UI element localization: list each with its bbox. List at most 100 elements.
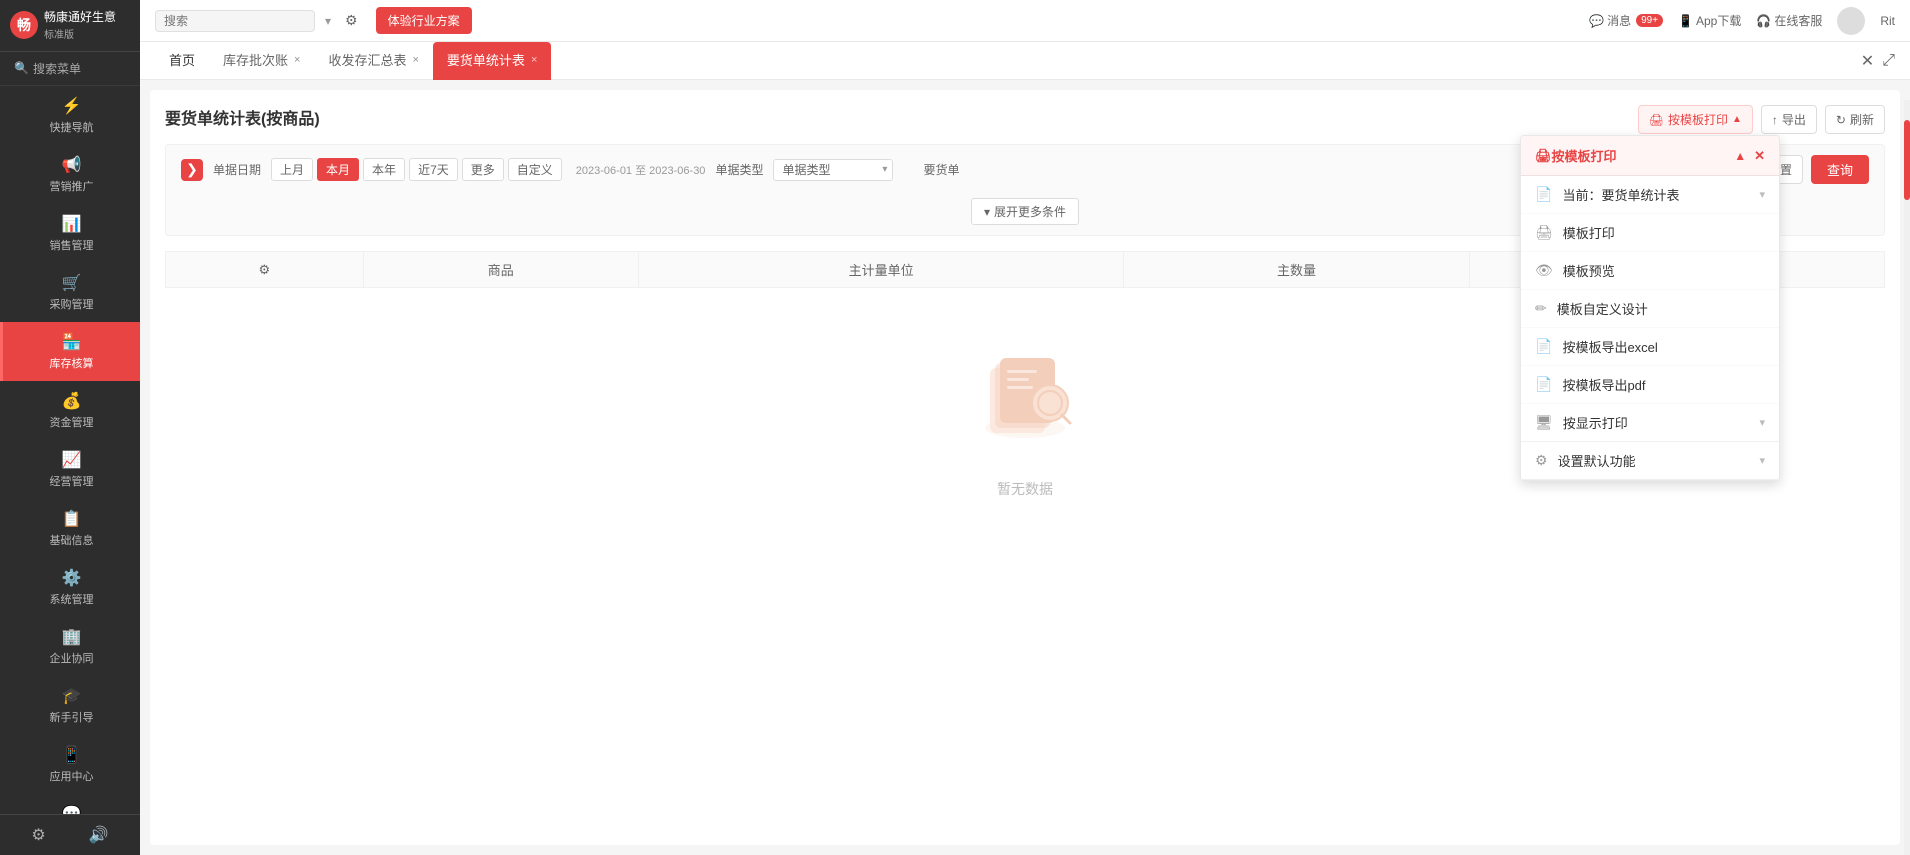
dropdown-section-set-default[interactable]: ⚙ 设置默认功能 ▾	[1521, 442, 1779, 480]
refresh-icon: ↻	[1836, 113, 1846, 127]
set-default-icon: ⚙	[1535, 452, 1548, 469]
system-icon: ⚙️	[62, 568, 82, 588]
dropdown-close-icon[interactable]: ✕	[1754, 148, 1765, 164]
dropdown-item-template-preview[interactable]: 👁 模板预览	[1521, 252, 1779, 290]
expand-conditions-btn[interactable]: ▾ 展开更多条件	[971, 198, 1079, 225]
dropdown-section-display-print[interactable]: 🖥 按显示打印 ▾	[1521, 404, 1779, 442]
dropdown-item-export-excel[interactable]: 📄 按模板导出excel	[1521, 328, 1779, 366]
date-options: 上月 本月 本年 近7天 更多 自定义	[271, 158, 562, 181]
quick-nav-icon: ⚡	[62, 96, 82, 116]
refresh-btn[interactable]: ↻ 刷新	[1825, 105, 1885, 134]
settings-footer-icon[interactable]: ⚙	[31, 825, 45, 845]
top-bar: ▾ ⚙ 体验行业方案 💬 消息 99+ 📱 App下载 🎧 在线客服 Rit	[140, 0, 1910, 42]
tab-close-requisition-stats[interactable]: ×	[531, 54, 537, 66]
export-btn[interactable]: ↑ 导出	[1761, 105, 1817, 134]
basic-info-icon: 📋	[62, 509, 82, 529]
search-icon: 🔍	[14, 61, 29, 75]
scrollbar-thumb	[1904, 120, 1910, 200]
sound-footer-icon[interactable]: 🔊	[89, 825, 109, 845]
tab-collection-summary[interactable]: 收发存汇总表 ×	[314, 42, 432, 80]
close-window-btn[interactable]: ✕	[1861, 51, 1874, 71]
table-gear-icon[interactable]: ⚙	[259, 262, 271, 277]
online-service-item[interactable]: 🎧 在线客服	[1756, 12, 1822, 29]
app-logo: 畅 畅康通好生意 标准版	[0, 0, 140, 52]
tab-inventory-batch[interactable]: 库存批次账 ×	[209, 42, 314, 80]
col-unit: 主计量单位	[638, 252, 1123, 288]
dropdown-item-template-custom[interactable]: ✏ 模板自定义设计	[1521, 290, 1779, 328]
sidebar-item-inventory[interactable]: 🏪 库存核算	[0, 322, 140, 381]
sidebar-item-purchase[interactable]: 🛒 采购管理	[0, 263, 140, 322]
user-avatar[interactable]	[1837, 7, 1865, 35]
search-chevron-icon[interactable]: ▾	[325, 14, 331, 28]
date-btn-current-year[interactable]: 本年	[363, 158, 405, 181]
date-btn-prev-month[interactable]: 上月	[271, 158, 313, 181]
template-print-btn[interactable]: 🖨 按模板打印 ▲	[1638, 105, 1753, 134]
doc-type-select[interactable]: 单据类型	[773, 159, 893, 181]
printer-header-icon: 🖨	[1535, 148, 1552, 164]
sidebar-item-operations[interactable]: 📈 经营管理	[0, 440, 140, 499]
tab-requisition-stats[interactable]: 要货单统计表 ×	[433, 42, 551, 80]
date-btn-custom[interactable]: 自定义	[508, 158, 562, 181]
purchase-icon: 🛒	[62, 273, 82, 293]
page-title: 要货单统计表(按商品)	[165, 105, 1885, 129]
sidebar-item-system[interactable]: ⚙️ 系统管理	[0, 558, 140, 617]
query-btn[interactable]: 查询	[1811, 155, 1869, 184]
export-excel-icon: 📄	[1535, 338, 1552, 355]
tab-close-inventory-batch[interactable]: ×	[294, 54, 300, 66]
marketing-icon: 📢	[62, 155, 82, 175]
sidebar-item-basic-info[interactable]: 📋 基础信息	[0, 499, 140, 558]
app-download-item[interactable]: 📱 App下载	[1678, 12, 1741, 29]
maximize-window-btn[interactable]: ⤢	[1882, 52, 1895, 70]
inventory-icon: 🏪	[62, 332, 82, 352]
printer-icon: 🖨	[1649, 113, 1664, 127]
dropdown-chevron-icon[interactable]: ▲	[1734, 149, 1746, 163]
messages-item[interactable]: 💬 消息 99+	[1589, 12, 1663, 29]
date-btn-more[interactable]: 更多	[462, 158, 504, 181]
template-print-dropdown: 🖨 按模板打印 ▲ ✕ 📄 当前：要货单统计表 ▾ 🖨 模板打印	[1520, 135, 1780, 481]
sidebar-item-quick-nav[interactable]: ⚡ 快捷导航	[0, 86, 140, 145]
sidebar-item-enterprise[interactable]: 🏢 企业协同	[0, 617, 140, 676]
doc-type-label: 单据类型	[715, 161, 763, 178]
sidebar-item-finance[interactable]: 💰 资金管理	[0, 381, 140, 440]
tab-close-collection-summary[interactable]: ×	[412, 54, 418, 66]
newbie-icon: 🎓	[62, 686, 82, 706]
date-btn-last-7-days[interactable]: 近7天	[409, 158, 458, 181]
dropdown-header: 🖨 按模板打印 ▲ ✕	[1521, 136, 1779, 176]
template-custom-icon: ✏	[1535, 300, 1547, 317]
set-default-chevron-icon: ▾	[1759, 454, 1765, 467]
dropdown-current-item[interactable]: 📄 当前：要货单统计表 ▾	[1521, 176, 1779, 214]
tabs-bar: 首页 库存批次账 × 收发存汇总表 × 要货单统计表 × ✕ ⤢	[140, 42, 1910, 80]
col-settings[interactable]: ⚙	[166, 252, 364, 288]
trial-btn[interactable]: 体验行业方案	[376, 7, 472, 34]
export-icon: ↑	[1772, 113, 1778, 127]
tab-home[interactable]: 首页	[155, 42, 209, 80]
sidebar-item-app-center[interactable]: 📱 应用中心	[0, 735, 140, 794]
app-center-icon: 📱	[62, 745, 82, 765]
search-menu[interactable]: 🔍 搜索菜单	[0, 52, 140, 86]
logo-icon: 畅	[10, 11, 38, 39]
dropdown-item-export-pdf[interactable]: 📄 按模板导出pdf	[1521, 366, 1779, 404]
top-gear-icon[interactable]: ⚙	[345, 12, 358, 29]
sales-icon: 📊	[62, 214, 82, 234]
display-print-chevron-icon: ▾	[1759, 416, 1765, 429]
date-btn-current-month[interactable]: 本月	[317, 158, 359, 181]
col-quantity: 主数量	[1124, 252, 1469, 288]
sidebar-footer: ⚙ 🔊	[0, 814, 140, 855]
sidebar-item-newbie[interactable]: 🎓 新手引导	[0, 676, 140, 735]
sidebar-item-enterprise-wechat[interactable]: 💬 企业微信	[0, 794, 140, 814]
right-scrollbar[interactable]	[1904, 100, 1910, 855]
tabs-actions: ✕ ⤢	[1861, 51, 1895, 71]
doc-type-select-wrap: 单据类型	[773, 159, 893, 181]
empty-illustration	[965, 348, 1085, 463]
template-print-icon: 🖨	[1535, 224, 1553, 241]
dropdown-item-template-print[interactable]: 🖨 模板打印	[1521, 214, 1779, 252]
sidebar-item-sales[interactable]: 📊 销售管理	[0, 204, 140, 263]
top-search-input[interactable]	[155, 10, 315, 32]
app-download-icon: 📱	[1678, 14, 1693, 28]
page-content: 要货单统计表(按商品) 🖨 按模板打印 ▲ ↑ 导出 ↻ 刷新	[140, 80, 1910, 855]
dropdown-title: 按模板打印	[1552, 146, 1617, 165]
sidebar-item-marketing[interactable]: 📢 营销推广	[0, 145, 140, 204]
filter-toggle-btn[interactable]: ❯	[181, 159, 203, 181]
empty-text: 暂无数据	[997, 479, 1053, 499]
display-print-icon: 🖥	[1535, 414, 1553, 431]
